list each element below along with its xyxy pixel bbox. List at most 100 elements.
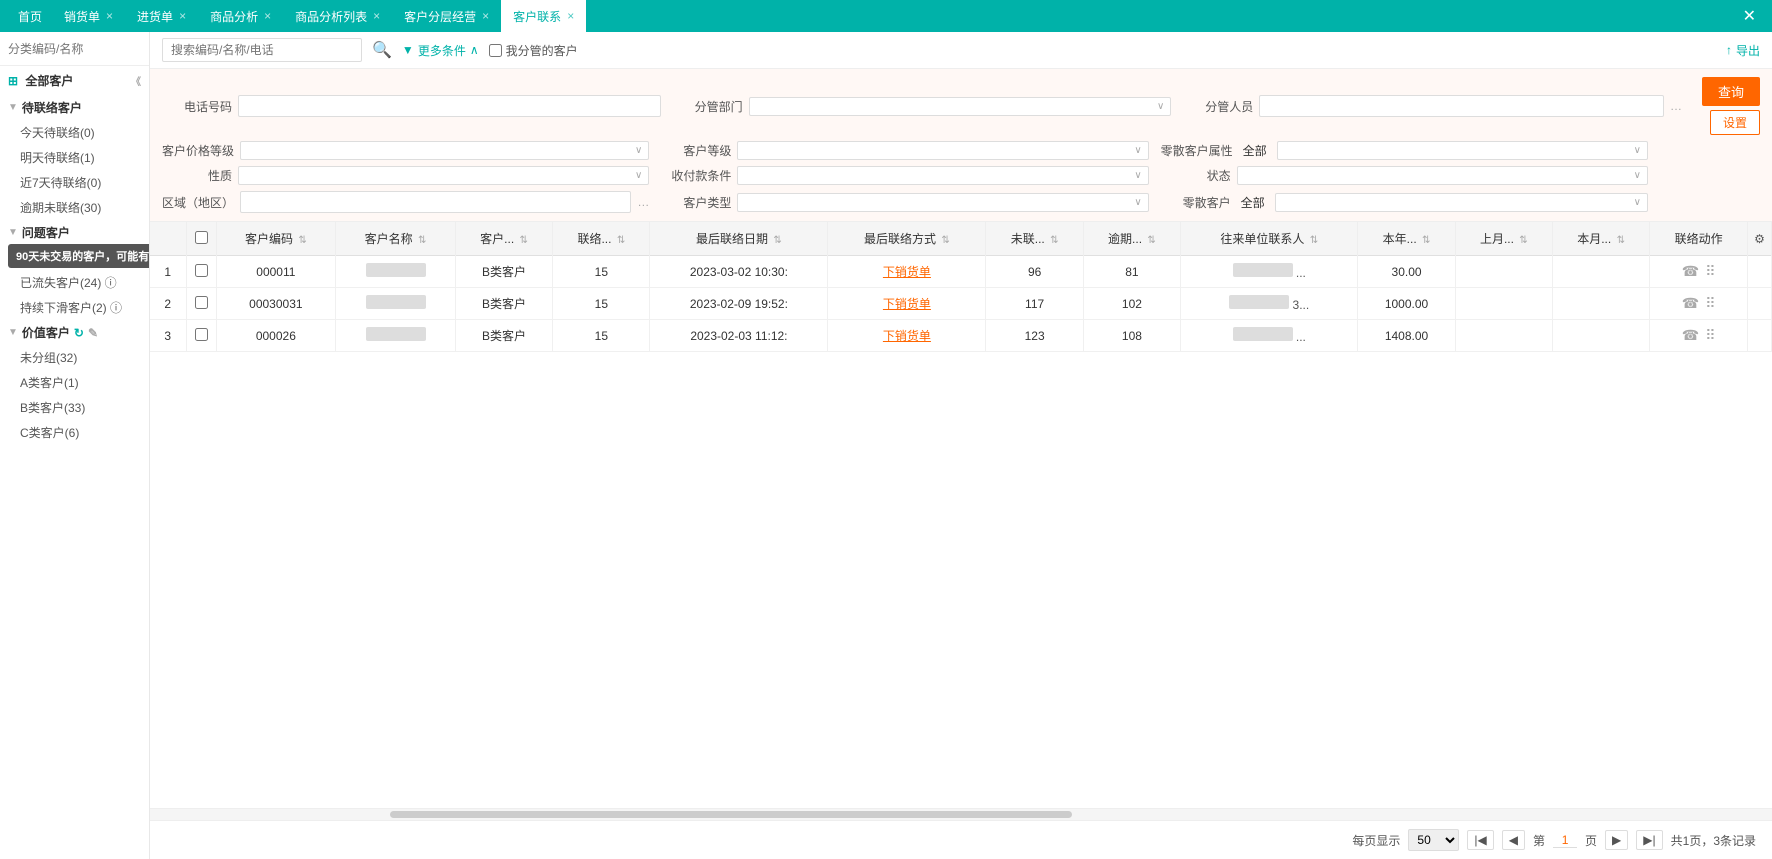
sidebar-item-class-b[interactable]: B类客户(33) bbox=[0, 395, 149, 420]
nav-customer-tier[interactable]: 客户分层经营 × bbox=[392, 0, 501, 32]
scrollbar-thumb[interactable] bbox=[390, 811, 1072, 818]
cell-method-1[interactable]: 下销货单 bbox=[828, 256, 986, 288]
method-link-3[interactable]: 下销货单 bbox=[883, 329, 931, 343]
sidebar-item-ungroup[interactable]: 未分组(32) bbox=[0, 345, 149, 370]
col-settings-header[interactable]: ⚙ bbox=[1748, 222, 1772, 256]
region-input[interactable] bbox=[240, 191, 631, 213]
sidebar-item-today[interactable]: 今天待联络(0) bbox=[0, 120, 149, 145]
cell-checkbox-2[interactable] bbox=[186, 288, 216, 320]
price-tier-select[interactable]: ∨ bbox=[240, 141, 649, 160]
dept-field: 分管部门 ∨ bbox=[673, 97, 1172, 116]
page-input[interactable] bbox=[1553, 833, 1577, 848]
phone-field: 电话号码 bbox=[162, 95, 661, 117]
prev-page-button[interactable]: ◀ bbox=[1502, 830, 1525, 850]
sidebar-item-tomorrow[interactable]: 明天待联络(1) bbox=[0, 145, 149, 170]
col-last-month[interactable]: 上月... ⇅ bbox=[1455, 222, 1552, 256]
contact-action-icon-3[interactable]: ☎ bbox=[1682, 327, 1699, 344]
close-product-analysis-icon[interactable]: × bbox=[264, 9, 271, 23]
settings-button[interactable]: 设置 bbox=[1710, 110, 1760, 135]
query-button[interactable]: 查询 bbox=[1702, 77, 1760, 106]
more-action-icon-1[interactable]: ⠿ bbox=[1705, 263, 1715, 280]
sidebar-item-declining[interactable]: 持续下滑客户(2) ⓘ bbox=[0, 295, 149, 320]
all-customers-header[interactable]: ⊞ 全部客户 《 bbox=[0, 66, 149, 95]
close-product-list-icon[interactable]: × bbox=[373, 9, 380, 23]
col-last-method[interactable]: 最后联络方式 ⇅ bbox=[828, 222, 986, 256]
col-overdue[interactable]: 逾期... ⇅ bbox=[1083, 222, 1180, 256]
close-all-button[interactable]: ✕ bbox=[1735, 6, 1764, 26]
nav-purchase[interactable]: 进货单 × bbox=[125, 0, 198, 32]
customer-type-select[interactable]: ∨ bbox=[737, 193, 1148, 212]
export-button[interactable]: ↑ 导出 bbox=[1726, 42, 1760, 59]
more-action-icon-3[interactable]: ⠿ bbox=[1705, 327, 1715, 344]
contact-action-icon-2[interactable]: ☎ bbox=[1682, 295, 1699, 312]
method-link-2[interactable]: 下销货单 bbox=[883, 297, 931, 311]
more-conditions-button[interactable]: ▼ 更多条件 ∧ bbox=[402, 42, 479, 59]
nature-select[interactable]: ∨ bbox=[238, 166, 649, 185]
scatter-attr-select[interactable]: ∨ bbox=[1277, 141, 1648, 160]
my-customers-checkbox[interactable] bbox=[489, 44, 502, 57]
status-select[interactable]: ∨ bbox=[1237, 166, 1648, 185]
row-checkbox-1[interactable] bbox=[195, 264, 208, 277]
cell-method-2[interactable]: 下销货单 bbox=[828, 288, 986, 320]
horizontal-scrollbar[interactable] bbox=[150, 808, 1772, 820]
region-dots-icon[interactable]: … bbox=[637, 195, 649, 209]
sidebar-item-overdue[interactable]: 逾期未联络(30) bbox=[0, 195, 149, 220]
nav-customer-contact[interactable]: 客户联系 × bbox=[501, 0, 586, 32]
col-this-year[interactable]: 本年... ⇅ bbox=[1358, 222, 1455, 256]
col-last-method-sort-icon: ⇅ bbox=[941, 235, 949, 246]
value-edit-icon[interactable]: ✎ bbox=[88, 326, 98, 340]
close-customer-tier-icon[interactable]: × bbox=[482, 9, 489, 23]
manager-dots-icon[interactable]: … bbox=[1670, 99, 1682, 113]
problem-tooltip: 90天未交易的客户，可能有流失风险。 bbox=[8, 244, 150, 268]
phone-input[interactable] bbox=[238, 95, 661, 117]
pending-section-header[interactable]: ▼ 待联络客户 bbox=[0, 95, 149, 120]
sidebar-item-class-a[interactable]: A类客户(1) bbox=[0, 370, 149, 395]
scatter-select[interactable]: ∨ bbox=[1275, 193, 1648, 212]
table-settings-icon[interactable]: ⚙ bbox=[1754, 232, 1765, 246]
col-name[interactable]: 客户名称 ⇅ bbox=[336, 222, 456, 256]
close-sales-icon[interactable]: × bbox=[106, 9, 113, 23]
col-checkbox bbox=[186, 222, 216, 256]
col-this-month[interactable]: 本月... ⇅ bbox=[1552, 222, 1649, 256]
dept-select[interactable]: ∨ bbox=[749, 97, 1172, 116]
row-checkbox-2[interactable] bbox=[195, 296, 208, 309]
next-page-button[interactable]: ▶ bbox=[1605, 830, 1628, 850]
per-page-select[interactable]: 50 100 200 bbox=[1408, 829, 1459, 851]
search-input[interactable] bbox=[162, 38, 362, 62]
row-checkbox-3[interactable] bbox=[195, 328, 208, 341]
col-last-date-sort-icon: ⇅ bbox=[773, 235, 781, 246]
more-action-icon-2[interactable]: ⠿ bbox=[1705, 295, 1715, 312]
sidebar-item-7days[interactable]: 近7天待联络(0) bbox=[0, 170, 149, 195]
nav-sales[interactable]: 销货单 × bbox=[52, 0, 125, 32]
col-uncontacted[interactable]: 未联... ⇅ bbox=[986, 222, 1083, 256]
sidebar-item-class-c[interactable]: C类客户(6) bbox=[0, 420, 149, 445]
cell-checkbox-1[interactable] bbox=[186, 256, 216, 288]
col-contact-person[interactable]: 往来单位联系人 ⇅ bbox=[1181, 222, 1358, 256]
nav-product-list[interactable]: 商品分析列表 × bbox=[283, 0, 392, 32]
last-page-button[interactable]: ▶| bbox=[1636, 830, 1662, 850]
close-customer-contact-icon[interactable]: × bbox=[567, 9, 574, 23]
customer-tier-select[interactable]: ∨ bbox=[737, 141, 1148, 160]
first-page-button[interactable]: |◀ bbox=[1467, 830, 1493, 850]
nav-product-analysis[interactable]: 商品分析 × bbox=[198, 0, 283, 32]
close-purchase-icon[interactable]: × bbox=[179, 9, 186, 23]
nav-home[interactable]: 首页 bbox=[8, 0, 52, 32]
sidebar-search-input[interactable] bbox=[8, 42, 150, 56]
contact-action-icon-1[interactable]: ☎ bbox=[1682, 263, 1699, 280]
cell-checkbox-3[interactable] bbox=[186, 320, 216, 352]
col-type[interactable]: 客户... ⇅ bbox=[455, 222, 552, 256]
col-code[interactable]: 客户编码 ⇅ bbox=[216, 222, 336, 256]
table-row: 1 000011 B类客户 15 2023-03-02 10:30: 下销货单 … bbox=[150, 256, 1772, 288]
sidebar-item-churned[interactable]: 已流失客户(24) ⓘ bbox=[0, 270, 149, 295]
value-refresh-icon[interactable]: ↻ bbox=[74, 326, 84, 340]
payment-select[interactable]: ∨ bbox=[737, 166, 1148, 185]
cell-method-3[interactable]: 下销货单 bbox=[828, 320, 986, 352]
col-contact[interactable]: 联络... ⇅ bbox=[553, 222, 650, 256]
manager-input[interactable] bbox=[1259, 95, 1664, 117]
nav-sales-label: 销货单 bbox=[64, 8, 100, 25]
col-last-date[interactable]: 最后联络日期 ⇅ bbox=[650, 222, 828, 256]
value-section-header[interactable]: ▼ 价值客户 ↻ ✎ bbox=[0, 320, 149, 345]
select-all-checkbox[interactable] bbox=[195, 231, 208, 244]
method-link-1[interactable]: 下销货单 bbox=[883, 265, 931, 279]
problem-section-header[interactable]: ▼ 问题客户 90天未交易的客户，可能有流失风险。 bbox=[0, 220, 149, 245]
